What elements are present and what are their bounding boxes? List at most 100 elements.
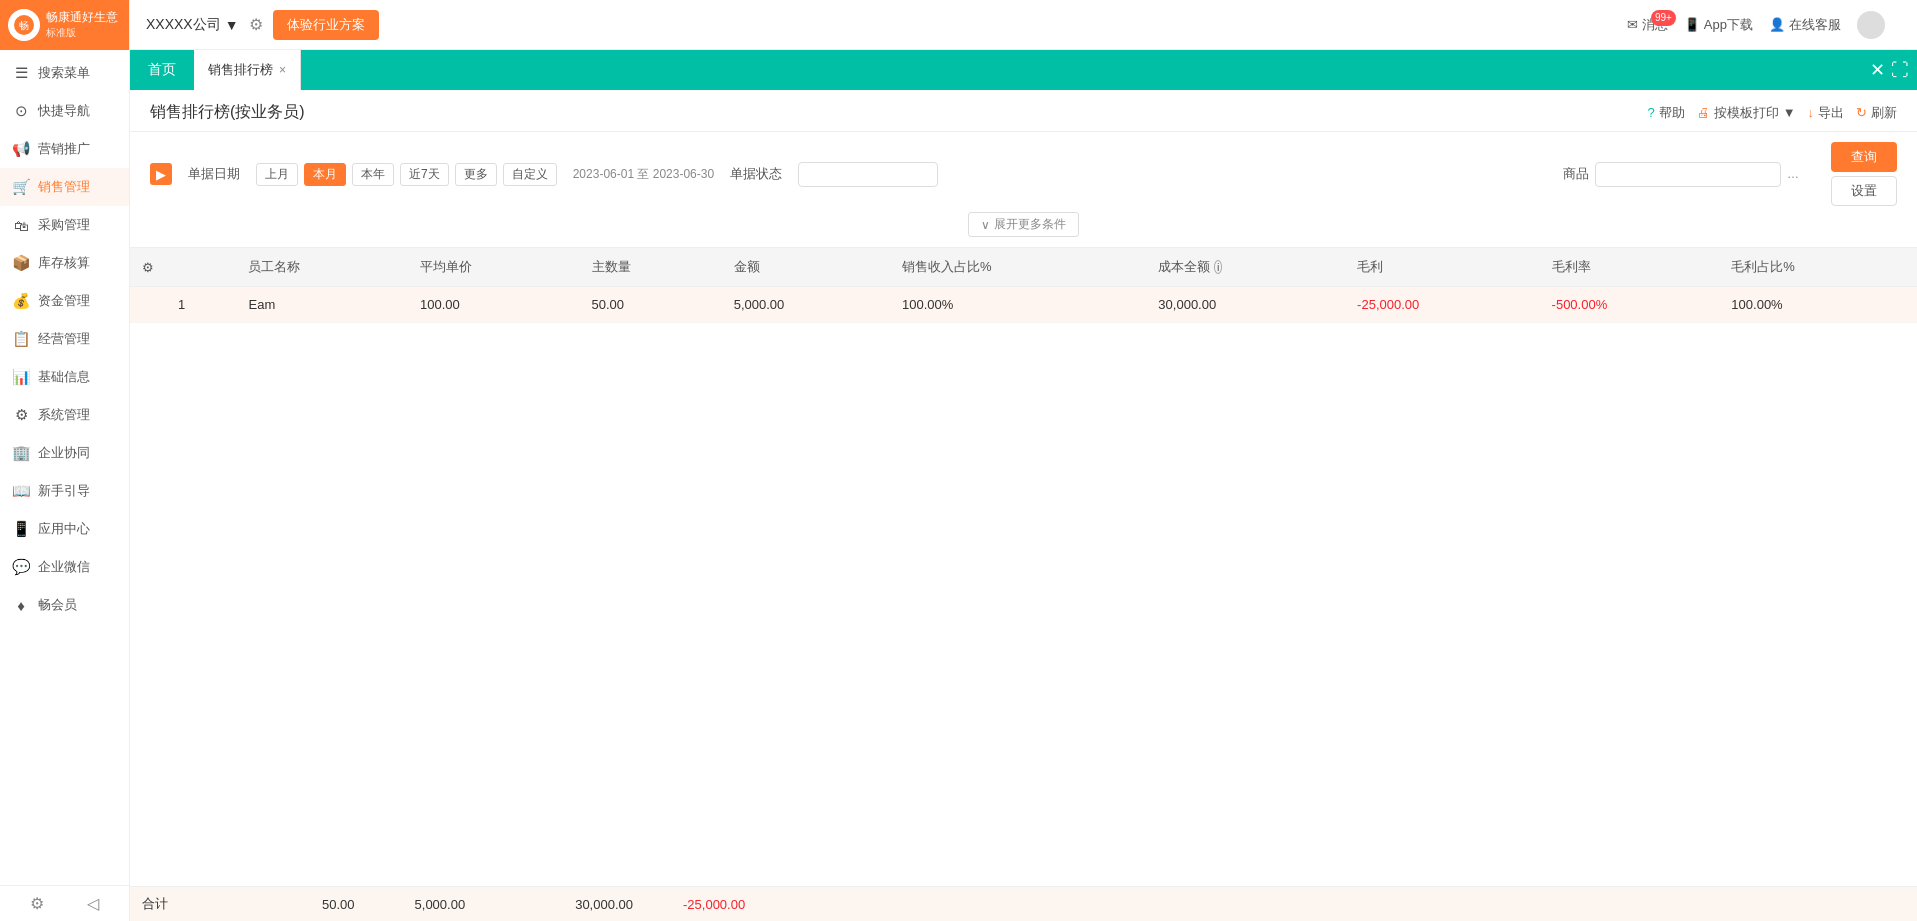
col-gross-pct: 毛利占比% — [1719, 248, 1917, 287]
cell-gross-0: -25,000.00 — [1345, 287, 1539, 323]
sidebar-item-inventory[interactable]: 📦 库存核算 — [0, 244, 129, 282]
refresh-btn[interactable]: ↻ 刷新 — [1856, 104, 1897, 122]
sidebar-label-basic: 基础信息 — [38, 368, 90, 386]
inventory-icon: 📦 — [12, 254, 30, 272]
custom-date-btn[interactable]: 自定义 — [503, 163, 557, 186]
message-badge: 99+ — [1651, 10, 1676, 26]
query-btn[interactable]: 查询 — [1831, 142, 1897, 172]
prev-month-btn[interactable]: 上月 — [256, 163, 298, 186]
cell-gross-pct-0: 100.00% — [1719, 287, 1917, 323]
footer-gross: -25,000.00 — [683, 897, 745, 912]
sidebar-label-apps: 应用中心 — [38, 520, 90, 538]
sidebar-item-operations[interactable]: 📋经营管理 — [0, 320, 129, 358]
sidebar-item-apps[interactable]: 📱 应用中心 — [0, 510, 129, 548]
page-header: 销售排行榜(按业务员) ? 帮助 🖨 按模板打印 ▼ ↓ 导出 ↻ 刷新 — [130, 90, 1917, 132]
table-body: 1 Eam 100.00 50.00 5,000.00 100.00% 30,0… — [130, 287, 1917, 323]
service-icon: 👤 — [1769, 17, 1785, 32]
help-icon: ? — [1647, 105, 1654, 120]
expand-conditions-btn[interactable]: ∨ 展开更多条件 — [968, 212, 1079, 237]
company-selector[interactable]: XXXXX公司 ▼ — [146, 16, 239, 34]
shortcut-icon: ⊙ — [12, 102, 30, 120]
goods-input[interactable] — [1595, 162, 1781, 187]
sidebar-item-enterprise[interactable]: 🏢企业协同 — [0, 434, 129, 472]
online-service-btn[interactable]: 👤 在线客服 — [1769, 16, 1841, 34]
sidebar-header: 畅 畅康通好生意 标准版 — [0, 0, 129, 50]
sidebar-label-search: 搜索菜单 — [38, 64, 90, 82]
col-gross-rate: 毛利率 — [1540, 248, 1720, 287]
col-settings[interactable]: ⚙ — [130, 248, 166, 287]
wechat-icon: 💬 — [12, 558, 30, 576]
help-btn[interactable]: ? 帮助 — [1647, 104, 1684, 122]
last7-btn[interactable]: 近7天 — [400, 163, 449, 186]
sidebar-settings-btn[interactable]: ⚙ — [30, 894, 44, 913]
goods-label: 商品 — [1563, 165, 1589, 183]
sidebar-label-guide: 新手引导 — [38, 482, 90, 500]
topbar-right: ✉ 消息 99+ 📱 App下载 👤 在线客服 — [1627, 11, 1901, 39]
col-amount: 金额 — [722, 248, 890, 287]
filter-actions: 查询 设置 — [1831, 142, 1897, 206]
col-rank — [166, 248, 236, 287]
status-select-wrap — [798, 162, 938, 187]
sidebar-footer: ⚙ ◁ — [0, 885, 129, 921]
status-select[interactable] — [798, 162, 938, 187]
settings-btn[interactable]: 设置 — [1831, 176, 1897, 206]
tab-label: 销售排行榜 — [208, 61, 273, 79]
print-btn[interactable]: 🖨 按模板打印 ▼ — [1697, 104, 1796, 122]
app-icon: 📱 — [1684, 17, 1700, 32]
cell-gross-rate-0: -500.00% — [1540, 287, 1720, 323]
table-row: 1 Eam 100.00 50.00 5,000.00 100.00% 30,0… — [130, 287, 1917, 323]
filter-row-1: ▶ 单据日期 上月 本月 本年 近7天 更多 自定义 2023-06-01 至 … — [150, 142, 1897, 206]
sidebar-item-guide[interactable]: 📖新手引导 — [0, 472, 129, 510]
more-date-btn[interactable]: 更多 — [455, 163, 497, 186]
tab-home[interactable]: 首页 — [130, 50, 194, 90]
message-btn[interactable]: ✉ 消息 99+ — [1627, 16, 1668, 34]
sidebar-label-system: 系统管理 — [38, 406, 90, 424]
refresh-label: 刷新 — [1871, 104, 1897, 122]
sidebar-item-sales[interactable]: 🛒销售管理 — [0, 168, 129, 206]
sales-icon: 🛒 — [12, 178, 30, 196]
tab-sales-ranking[interactable]: 销售排行榜 × — [194, 50, 301, 90]
print-label: 按模板打印 — [1714, 104, 1779, 122]
current-month-btn[interactable]: 本月 — [304, 163, 346, 186]
topbar-gear-icon[interactable]: ⚙ — [249, 15, 263, 34]
date-filter-group: 上月 本月 本年 近7天 更多 自定义 — [256, 163, 557, 186]
sidebar-item-wechat[interactable]: 💬企业微信 — [0, 548, 129, 586]
sidebar-label-inventory: 库存核算 — [38, 254, 90, 272]
sidebar-item-basic[interactable]: 📊 基础信息 — [0, 358, 129, 396]
sidebar-label-operations: 经营管理 — [38, 330, 90, 348]
svg-text:畅: 畅 — [19, 20, 29, 31]
app-download-btn[interactable]: 📱 App下载 — [1684, 16, 1753, 34]
filter-bar: ▶ 单据日期 上月 本月 本年 近7天 更多 自定义 2023-06-01 至 … — [130, 132, 1917, 248]
trial-btn[interactable]: 体验行业方案 — [273, 10, 379, 40]
current-year-btn[interactable]: 本年 — [352, 163, 394, 186]
sidebar-nav: ☰ 搜索菜单 ⊙快捷导航📢营销推广🛒销售管理🛍采购管理 📦 库存核算 💰资金管理📋经营管理… — [0, 50, 129, 885]
sidebar-collapse-btn[interactable]: ◁ — [87, 894, 99, 913]
footer-qty: 50.00 — [322, 897, 355, 912]
filter-expand-toggle[interactable]: ▶ — [150, 163, 172, 185]
member-icon: ♦ — [12, 597, 30, 614]
sidebar-item-shortcut[interactable]: ⊙快捷导航 — [0, 92, 129, 130]
sidebar-item-marketing[interactable]: 📢营销推广 — [0, 130, 129, 168]
tab-close-all-btn[interactable]: ✕ — [1870, 59, 1885, 81]
avatar[interactable] — [1857, 11, 1885, 39]
sidebar-item-search[interactable]: ☰ 搜索菜单 — [0, 54, 129, 92]
cost-info-icon[interactable]: i — [1214, 260, 1222, 274]
sidebar-item-finance[interactable]: 💰资金管理 — [0, 282, 129, 320]
apps-icon: 📱 — [12, 520, 30, 538]
date-filter-label: 单据日期 — [188, 165, 240, 183]
sidebar-item-system[interactable]: ⚙系统管理 — [0, 396, 129, 434]
sidebar-label-marketing: 营销推广 — [38, 140, 90, 158]
goods-filter-wrap: 商品 … — [1563, 162, 1799, 187]
tab-fullscreen-btn[interactable]: ⛶ — [1891, 60, 1909, 81]
page-content: 销售排行榜(按业务员) ? 帮助 🖨 按模板打印 ▼ ↓ 导出 ↻ 刷新 — [130, 90, 1917, 921]
col-name: 员工名称 — [236, 248, 408, 287]
sidebar-item-purchase[interactable]: 🛍采购管理 — [0, 206, 129, 244]
tab-close-icon[interactable]: × — [279, 63, 286, 77]
goods-more-icon[interactable]: … — [1787, 167, 1799, 181]
status-filter-label: 单据状态 — [730, 165, 782, 183]
app-title-wrap: 畅康通好生意 标准版 — [46, 10, 118, 40]
search-icon: ☰ — [12, 64, 30, 82]
sidebar-item-member[interactable]: ♦畅会员 — [0, 586, 129, 624]
basic-icon: 📊 — [12, 368, 30, 386]
export-btn[interactable]: ↓ 导出 — [1808, 104, 1845, 122]
